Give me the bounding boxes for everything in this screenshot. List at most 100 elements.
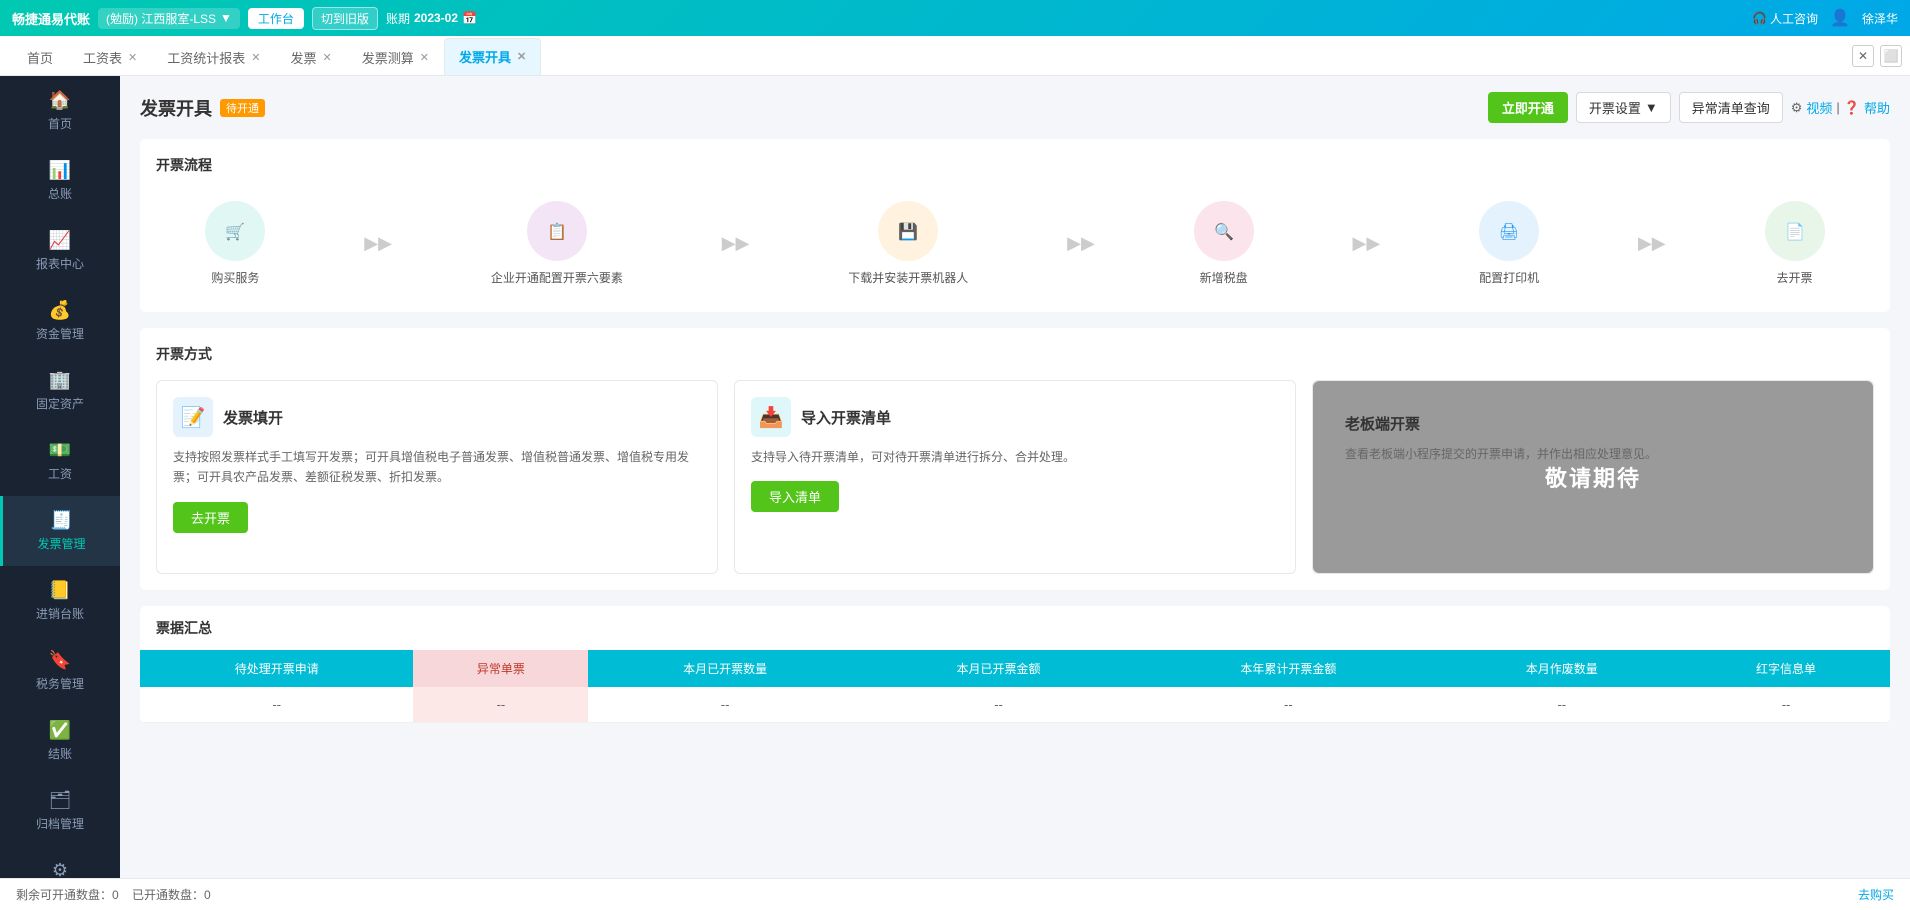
page-actions: 立即开通 开票设置 ▼ 异常清单查询 ⚙ 视频 | ❓ 帮助 xyxy=(1488,92,1890,123)
sidebar-item-invoice-mgmt[interactable]: 🧾 发票管理 xyxy=(0,496,120,566)
sidebar-item-assets[interactable]: 🏢 固定资产 xyxy=(0,356,120,426)
calendar-icon[interactable]: 📅 xyxy=(462,11,477,25)
flow-step-taxdisk[interactable]: 🔍 新增税盘 xyxy=(1194,201,1254,286)
sidebar-item-home[interactable]: 🏠 首页 xyxy=(0,76,120,146)
tab-salary-report[interactable]: 工资统计报表 ✕ xyxy=(152,39,275,75)
tab-home[interactable]: 首页 xyxy=(12,39,68,75)
col-monthly-amt[interactable]: 本月已开票金额 xyxy=(862,650,1135,687)
col-yearly-amt[interactable]: 本年累计开票金额 xyxy=(1135,650,1441,687)
home-icon: 🏠 xyxy=(49,90,71,111)
col-void-qty[interactable]: 本月作废数量 xyxy=(1442,650,1683,687)
svg-text:🖨: 🖨 xyxy=(1499,223,1519,241)
flow-step-buy-label: 购买服务 xyxy=(211,269,259,286)
invoice-methods-section: 开票方式 📝 发票填开 支持按照发票样式手工填写开发票；可开具增值税电子普通发票… xyxy=(140,328,1890,590)
tab-invoice[interactable]: 发票 ✕ xyxy=(275,39,346,75)
old-client-card: 老板端开票 查看老板端小程序提交的开票申请，并作出相应处理意见。 敬请期待 xyxy=(1312,380,1874,574)
sidebar-label-assets: 固定资产 xyxy=(36,395,84,412)
salary-icon: 💵 xyxy=(49,440,71,461)
tab-close-all-button[interactable]: ✕ xyxy=(1852,45,1874,67)
tab-invoice-label: 发票 xyxy=(290,48,316,67)
sidebar-item-funds[interactable]: 💰 资金管理 xyxy=(0,286,120,356)
view-label[interactable]: 视频 xyxy=(1806,98,1832,117)
flow-step-config-label: 企业开通配置开票六要素 xyxy=(491,269,623,286)
help-label[interactable]: 帮助 xyxy=(1864,98,1890,117)
tax-icon: 🔖 xyxy=(49,650,71,671)
col-pending[interactable]: 待处理开票申请 xyxy=(140,650,413,687)
taxdisk-icon: 🔍 xyxy=(1194,201,1254,261)
val-abnormal: -- xyxy=(413,687,588,723)
sidebar-item-reports[interactable]: 📈 报表中心 xyxy=(0,216,120,286)
main-layout: 🏠 首页 📊 总账 📈 报表中心 💰 资金管理 🏢 固定资产 💵 工资 🧾 发票… xyxy=(0,76,1910,878)
sidebar-label-salary: 工资 xyxy=(48,465,72,482)
sidebar-item-settings[interactable]: ⚙ 设置 xyxy=(0,846,120,878)
sidebar-label-close: 结账 xyxy=(48,745,72,762)
methods-section-title: 开票方式 xyxy=(156,344,1874,364)
invoice-flow-section: 开票流程 🛒 购买服务 ▶▶ xyxy=(140,139,1890,312)
help-icon: ❓ xyxy=(1844,100,1860,116)
svg-text:💾: 💾 xyxy=(898,222,918,241)
flow-step-issue[interactable]: 📄 去开票 xyxy=(1765,201,1825,286)
flow-step-taxdisk-label: 新增税盘 xyxy=(1200,269,1248,286)
summary-title: 票据汇总 xyxy=(140,606,1890,650)
flow-step-config[interactable]: 📋 企业开通配置开票六要素 xyxy=(491,201,623,286)
top-bar-right: 🎧 人工咨询 👤 徐泽华 xyxy=(1752,8,1898,28)
old-card-header: 老板端开票 xyxy=(1345,413,1841,434)
tab-salary-report-close[interactable]: ✕ xyxy=(251,51,260,64)
tab-home-label: 首页 xyxy=(27,48,53,67)
flow-step-printer[interactable]: 🖨 配置打印机 xyxy=(1479,201,1539,286)
import-icon: 📥 xyxy=(751,397,791,437)
tab-invoice-close[interactable]: ✕ xyxy=(323,51,332,64)
sidebar-label-reports: 报表中心 xyxy=(36,255,84,272)
sidebar-item-sales[interactable]: 📒 进销台账 xyxy=(0,566,120,636)
import-header: 📥 导入开票清单 xyxy=(751,397,1279,437)
tab-bar-actions: ✕ ⬜ xyxy=(1852,45,1902,67)
sidebar-label-home: 首页 xyxy=(48,115,72,132)
content-area: 发票开具 待开通 立即开通 开票设置 ▼ 异常清单查询 ⚙ 视频 | ❓ 帮助 xyxy=(120,76,1910,878)
tab-invoice-issue-close[interactable]: ✕ xyxy=(517,50,526,63)
issue-icon: 📄 xyxy=(1765,201,1825,261)
reports-icon: 📈 xyxy=(49,230,71,251)
old-card-inner: 老板端开票 查看老板端小程序提交的开票申请，并作出相应处理意见。 xyxy=(1329,397,1857,557)
summary-section: 票据汇总 待处理开票申请 异常单票 本月已开票数量 本月已开票金额 本年累计开票… xyxy=(140,606,1890,723)
chevron-down-icon: ▼ xyxy=(1645,100,1658,115)
abnormal-query-button[interactable]: 异常清单查询 xyxy=(1679,92,1783,123)
sidebar-item-archive[interactable]: 🗂 归档管理 xyxy=(0,776,120,846)
dropdown-icon: ▼ xyxy=(220,11,232,25)
import-list-button[interactable]: 导入清单 xyxy=(751,481,839,512)
col-monthly-qty[interactable]: 本月已开票数量 xyxy=(588,650,861,687)
tab-restore-button[interactable]: ⬜ xyxy=(1880,45,1902,67)
support-label[interactable]: 🎧 人工咨询 xyxy=(1752,10,1818,27)
flow-step-download[interactable]: 💾 下载并安装开票机器人 xyxy=(848,201,968,286)
flow-arrow-5: ▶▶ xyxy=(1638,233,1666,254)
tab-salary-close[interactable]: ✕ xyxy=(128,51,137,64)
tab-invoice-issue[interactable]: 发票开具 ✕ xyxy=(444,38,541,75)
switch-version-button[interactable]: 切到旧版 xyxy=(312,7,378,30)
sidebar-item-salary[interactable]: 💵 工资 xyxy=(0,426,120,496)
page-header: 发票开具 待开通 立即开通 开票设置 ▼ 异常清单查询 ⚙ 视频 | ❓ 帮助 xyxy=(140,92,1890,123)
tab-invoice-calc[interactable]: 发票测算 ✕ xyxy=(347,39,444,75)
col-red-note[interactable]: 红字信息单 xyxy=(1682,650,1890,687)
goto-purchase-button[interactable]: 去购买 xyxy=(1858,886,1894,903)
summary-table: 待处理开票申请 异常单票 本月已开票数量 本月已开票金额 本年累计开票金额 本月… xyxy=(140,650,1890,723)
sidebar-item-ledger[interactable]: 📊 总账 xyxy=(0,146,120,216)
col-abnormal[interactable]: 异常单票 xyxy=(413,650,588,687)
go-issue-button[interactable]: 去开票 xyxy=(173,502,248,533)
tab-salary[interactable]: 工资表 ✕ xyxy=(68,39,152,75)
sidebar-item-close[interactable]: ✅ 结账 xyxy=(0,706,120,776)
sidebar-item-tax[interactable]: 🔖 税务管理 xyxy=(0,636,120,706)
flow-step-buy[interactable]: 🛒 购买服务 xyxy=(205,201,265,286)
assets-icon: 🏢 xyxy=(49,370,71,391)
flow-arrow-2: ▶▶ xyxy=(722,233,750,254)
sidebar-label-funds: 资金管理 xyxy=(36,325,84,342)
settings-button[interactable]: 开票设置 ▼ xyxy=(1576,92,1671,123)
sales-icon: 📒 xyxy=(49,580,71,601)
tab-invoice-calc-close[interactable]: ✕ xyxy=(420,51,429,64)
flow-step-printer-label: 配置打印机 xyxy=(1479,269,1539,286)
username[interactable]: 徐泽华 xyxy=(1862,10,1898,27)
tab-invoice-calc-label: 发票测算 xyxy=(362,48,414,67)
immediate-open-button[interactable]: 立即开通 xyxy=(1488,92,1568,123)
company-selector[interactable]: (勉励) 江西服室-LSS ▼ xyxy=(98,8,240,29)
workstation-button[interactable]: 工作台 xyxy=(248,8,304,29)
flow-arrow-4: ▶▶ xyxy=(1353,233,1381,254)
tab-bar: 首页 工资表 ✕ 工资统计报表 ✕ 发票 ✕ 发票测算 ✕ 发票开具 ✕ ✕ ⬜ xyxy=(0,36,1910,76)
